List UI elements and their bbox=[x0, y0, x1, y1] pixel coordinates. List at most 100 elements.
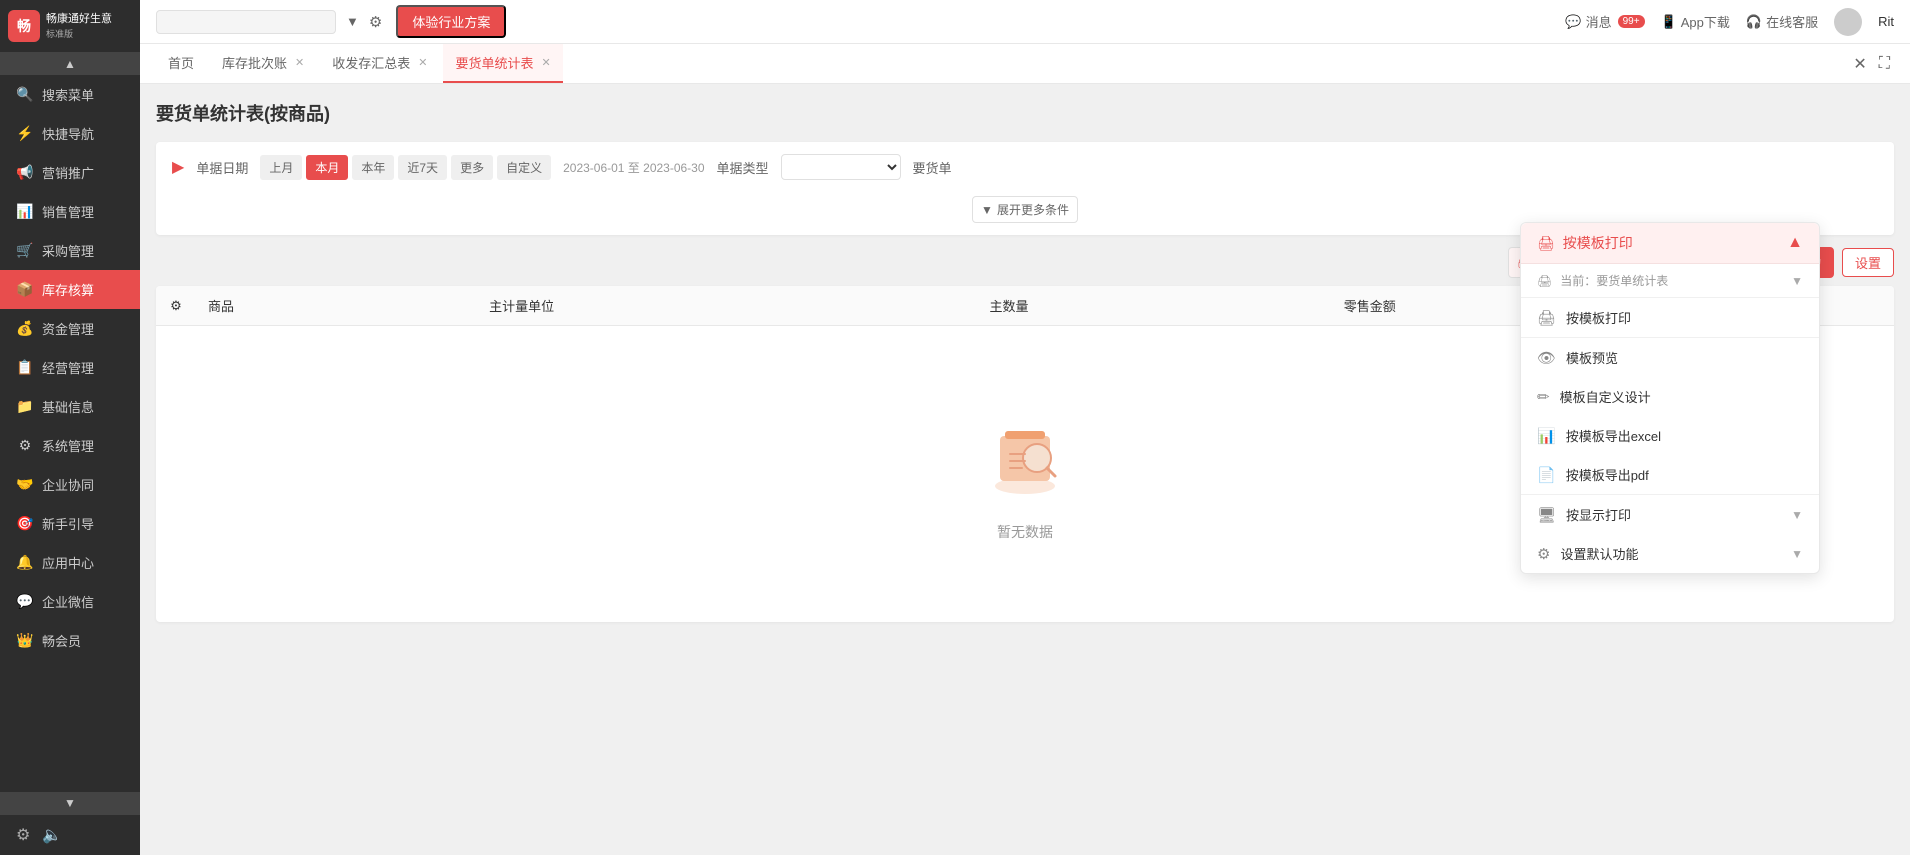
base-info-icon: 📁 bbox=[16, 398, 34, 415]
dropdown-item-set-default[interactable]: ⚙ 设置默认功能 ▼ bbox=[1521, 534, 1819, 573]
dropdown-title: 🖨 按模板打印 bbox=[1537, 233, 1633, 253]
expand-chevron-icon: ▼ bbox=[981, 203, 993, 217]
sidebar-item-sales-label: 销售管理 bbox=[42, 202, 94, 221]
print-dropdown-menu: 🖨 按模板打印 ▲ 🖨 当前：要货单统计表 ▼ 🖨 按模板打印 bbox=[1520, 222, 1820, 574]
dropdown-item-export-pdf[interactable]: 📄 按模板导出pdf bbox=[1521, 455, 1819, 494]
logo-icon: 畅 bbox=[8, 10, 40, 42]
online-service-icon: 🎧 bbox=[1746, 14, 1762, 30]
search-nav-icon: 🔍 bbox=[16, 86, 34, 103]
topbar-search-input[interactable] bbox=[156, 10, 336, 34]
message-action[interactable]: 💬 消息 99+ bbox=[1565, 12, 1644, 31]
template-preview-label: 模板预览 bbox=[1566, 348, 1618, 367]
sidebar-item-member[interactable]: 👑 畅会员 bbox=[0, 621, 140, 660]
tab-order-stats[interactable]: 要货单统计表 ✕ bbox=[443, 44, 562, 83]
set-default-label: 设置默认功能 bbox=[1560, 544, 1638, 563]
type-select[interactable] bbox=[781, 154, 901, 180]
dropdown-item-display-print[interactable]: 🖥 按显示打印 ▼ bbox=[1521, 495, 1819, 534]
topbar-dropdown[interactable]: ▼ bbox=[346, 14, 359, 29]
dropdown-item-template-custom[interactable]: ✏ 模板自定义设计 bbox=[1521, 377, 1819, 416]
tab-collection-summary-label: 收发存汇总表 bbox=[332, 53, 410, 72]
display-print-icon: 🖥 bbox=[1537, 506, 1556, 524]
date-btn-custom[interactable]: 自定义 bbox=[497, 155, 551, 180]
tab-batch-account-close[interactable]: ✕ bbox=[295, 56, 304, 69]
settings-button[interactable]: 设置 bbox=[1842, 248, 1894, 277]
sidebar-item-system-label: 系统管理 bbox=[42, 436, 94, 455]
newbie-icon: 🎯 bbox=[16, 515, 34, 532]
sidebar-item-newbie[interactable]: 🎯 新手引导 bbox=[0, 504, 140, 543]
system-icon: ⚙ bbox=[16, 437, 34, 454]
maximize-icon[interactable]: ⛶ bbox=[1875, 55, 1894, 73]
export-excel-label: 按模板导出excel bbox=[1566, 426, 1661, 445]
logo-area: 畅 畅康通好生意 标准版 bbox=[0, 0, 140, 53]
tab-order-stats-close[interactable]: ✕ bbox=[542, 56, 551, 69]
sidebar-item-member-label: 畅会员 bbox=[42, 631, 81, 650]
current-arrow: ▼ bbox=[1791, 274, 1803, 288]
settings-gear-icon[interactable]: ⚙ bbox=[16, 825, 30, 845]
sidebar-item-newbie-label: 新手引导 bbox=[42, 514, 94, 533]
date-btn-more[interactable]: 更多 bbox=[451, 155, 493, 180]
display-print-label: 按显示打印 bbox=[1566, 505, 1631, 524]
sidebar-item-marketing-label: 营销推广 bbox=[42, 163, 94, 182]
tab-collection-summary-close[interactable]: ✕ bbox=[418, 56, 427, 69]
dropdown-close-icon[interactable]: ▲ bbox=[1787, 234, 1803, 252]
sidebar-item-system[interactable]: ⚙ 系统管理 bbox=[0, 426, 140, 465]
close-all-tabs-icon[interactable]: ✕ bbox=[1849, 54, 1870, 74]
col-qty: 主数量 bbox=[978, 286, 1332, 326]
content-area: 要货单统计表(按商品) ▶ 单据日期 上月 本月 本年 近7天 更多 自定义 2… bbox=[140, 84, 1910, 855]
sidebar-item-inventory-label: 库存核算 bbox=[42, 280, 94, 299]
online-service-action[interactable]: 🎧 在线客服 bbox=[1746, 12, 1818, 31]
item-left: 🖨 按模板打印 bbox=[1537, 308, 1631, 327]
sidebar-scroll-down[interactable]: ▼ bbox=[0, 792, 140, 814]
topbar-gear-icon[interactable]: ⚙ bbox=[369, 13, 382, 31]
tab-home[interactable]: 首页 bbox=[156, 44, 206, 83]
sidebar-item-operations[interactable]: 📋 经营管理 bbox=[0, 348, 140, 387]
avatar[interactable] bbox=[1834, 8, 1862, 36]
dropdown-header: 🖨 按模板打印 ▲ bbox=[1521, 223, 1819, 264]
sidebar-item-search[interactable]: 🔍 搜索菜单 bbox=[0, 75, 140, 114]
template-custom-label: 模板自定义设计 bbox=[1560, 387, 1651, 406]
date-btn-current-month[interactable]: 本月 bbox=[306, 155, 348, 180]
sidebar-item-inventory[interactable]: 📦 库存核算 bbox=[0, 270, 140, 309]
quick-nav-icon: ⚡ bbox=[16, 125, 34, 142]
sidebar-item-sales[interactable]: 📊 销售管理 bbox=[0, 192, 140, 231]
sidebar-item-enterprise[interactable]: 🤝 企业协同 bbox=[0, 465, 140, 504]
marketing-icon: 📢 bbox=[16, 164, 34, 181]
expand-more-btn[interactable]: ▼ 展开更多条件 bbox=[972, 196, 1078, 223]
export-excel-icon: 📊 bbox=[1537, 427, 1556, 445]
sidebar-volume-icon[interactable]: 🔈 bbox=[42, 825, 62, 845]
sidebar-item-enterprise-wechat[interactable]: 💬 企业微信 bbox=[0, 582, 140, 621]
date-btn-current-year[interactable]: 本年 bbox=[352, 155, 394, 180]
empty-icon bbox=[975, 406, 1075, 506]
current-icon: 🖨 bbox=[1537, 274, 1552, 288]
trial-button[interactable]: 体验行业方案 bbox=[396, 5, 506, 38]
col-settings[interactable]: ⚙ bbox=[156, 286, 196, 326]
filter-expand-icon[interactable]: ▶ bbox=[172, 157, 184, 177]
sidebar-item-app-center[interactable]: 🔔 应用中心 bbox=[0, 543, 140, 582]
sidebar-item-finance[interactable]: 💰 资金管理 bbox=[0, 309, 140, 348]
sidebar-item-base-info[interactable]: 📁 基础信息 bbox=[0, 387, 140, 426]
sidebar-item-marketing[interactable]: 📢 营销推广 bbox=[0, 153, 140, 192]
sidebar-bottom: ⚙ 🔈 bbox=[0, 814, 140, 855]
operations-icon: 📋 bbox=[16, 359, 34, 376]
enterprise-wechat-icon: 💬 bbox=[16, 593, 34, 610]
sidebar-scroll-up[interactable]: ▲ bbox=[0, 53, 140, 75]
sidebar-item-quick-nav-label: 快捷导航 bbox=[42, 124, 94, 143]
date-btn-7days[interactable]: 近7天 bbox=[398, 155, 447, 180]
tab-batch-account[interactable]: 库存批次账 ✕ bbox=[210, 44, 316, 83]
app-badge: 标准版 bbox=[46, 27, 112, 40]
sidebar-item-app-center-label: 应用中心 bbox=[42, 553, 94, 572]
app-download-action[interactable]: 📱 App下载 bbox=[1661, 12, 1730, 31]
topbar: ▼ ⚙ 体验行业方案 💬 消息 99+ 📱 App下载 🎧 在线客服 Rit bbox=[140, 0, 1910, 44]
template-preview-icon: 👁 bbox=[1537, 349, 1556, 367]
item-left: 📄 按模板导出pdf bbox=[1537, 465, 1649, 484]
sidebar-item-quick-nav[interactable]: ⚡ 快捷导航 bbox=[0, 114, 140, 153]
dropdown-item-template-print[interactable]: 🖨 按模板打印 bbox=[1521, 298, 1819, 337]
date-buttons: 上月 本月 本年 近7天 更多 自定义 bbox=[260, 155, 551, 180]
dropdown-item-export-excel[interactable]: 📊 按模板导出excel bbox=[1521, 416, 1819, 455]
tab-collection-summary[interactable]: 收发存汇总表 ✕ bbox=[320, 44, 439, 83]
item-left: 📊 按模板导出excel bbox=[1537, 426, 1661, 445]
date-btn-last-month[interactable]: 上月 bbox=[260, 155, 302, 180]
sidebar-item-purchase[interactable]: 🛒 采购管理 bbox=[0, 231, 140, 270]
dropdown-item-template-preview[interactable]: 👁 模板预览 bbox=[1521, 338, 1819, 377]
date-filter-label: 单据日期 bbox=[196, 158, 248, 177]
